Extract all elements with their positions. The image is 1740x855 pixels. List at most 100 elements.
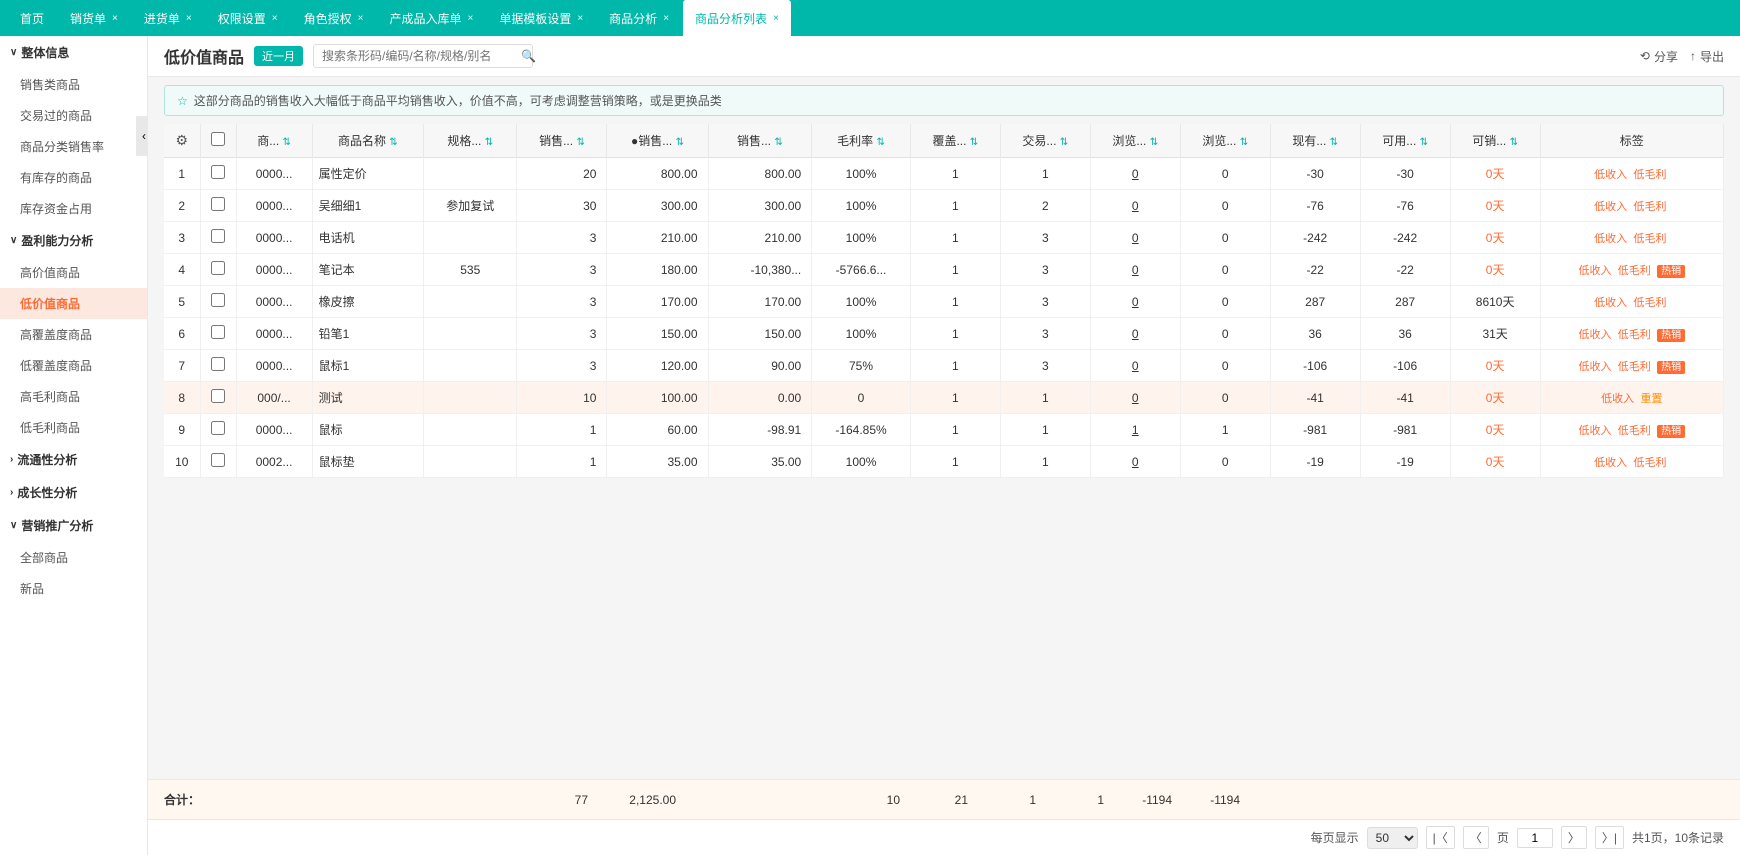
th-tags[interactable]: 标签 (1540, 124, 1723, 158)
th-code[interactable]: 商... ⇅ (236, 124, 312, 158)
row-checkbox[interactable] (211, 165, 225, 179)
th-name[interactable]: 商品名称 ⇅ (312, 124, 423, 158)
search-icon[interactable]: 🔍 (521, 49, 536, 63)
sidebar-item-sales-goods[interactable]: 销售类商品 (0, 69, 147, 100)
row-checkbox-cell[interactable] (200, 190, 236, 222)
sidebar-group-profit[interactable]: ∨ 盈利能力分析 (0, 224, 147, 257)
browse-link[interactable]: 0 (1132, 295, 1139, 309)
close-icon[interactable]: × (358, 13, 364, 24)
row-checkbox[interactable] (211, 293, 225, 307)
close-icon[interactable]: × (467, 13, 473, 24)
th-sales-amount2[interactable]: 销售... ⇅ (708, 124, 812, 158)
export-btn[interactable]: ↑ 导出 (1690, 48, 1724, 65)
sidebar-item-traded-goods[interactable]: 交易过的商品 (0, 100, 147, 131)
page-input[interactable] (1517, 828, 1553, 848)
sidebar-collapse-btn[interactable]: ‹ (136, 116, 148, 156)
row-browse1[interactable]: 0 (1090, 254, 1180, 286)
row-checkbox-cell[interactable] (200, 414, 236, 446)
sidebar-group-overall[interactable]: ∨ 整体信息 (0, 36, 147, 69)
browse-link[interactable]: 0 (1132, 199, 1139, 213)
browse-link[interactable]: 0 (1132, 167, 1139, 181)
row-checkbox-cell[interactable] (200, 286, 236, 318)
row-checkbox[interactable] (211, 389, 225, 403)
th-avail[interactable]: 可用... ⇅ (1360, 124, 1450, 158)
th-settings[interactable]: ⚙ (164, 124, 200, 158)
row-browse1[interactable]: 0 (1090, 318, 1180, 350)
sidebar-item-low-coverage[interactable]: 低覆盖度商品 (0, 350, 147, 381)
th-stock[interactable]: 现有... ⇅ (1270, 124, 1360, 158)
row-checkbox-cell[interactable] (200, 254, 236, 286)
browse-link[interactable]: 0 (1132, 263, 1139, 277)
browse-link[interactable]: 0 (1132, 231, 1139, 245)
row-browse1[interactable]: 0 (1090, 158, 1180, 190)
close-icon[interactable]: × (663, 13, 669, 24)
browse-link[interactable]: 0 (1132, 455, 1139, 469)
close-icon[interactable]: × (577, 13, 583, 24)
row-checkbox[interactable] (211, 325, 225, 339)
table-container[interactable]: ⚙ 商... ⇅ 商品名称 ⇅ 规格... ⇅ 销售... ⇅ ●销售... ⇅… (164, 124, 1724, 779)
sidebar-item-all-goods[interactable]: 全部商品 (0, 542, 147, 573)
th-checkbox[interactable] (200, 124, 236, 158)
sidebar-item-high-coverage[interactable]: 高覆盖度商品 (0, 319, 147, 350)
row-checkbox[interactable] (211, 229, 225, 243)
row-browse1[interactable]: 0 (1090, 350, 1180, 382)
th-gross-rate[interactable]: 毛利率 ⇅ (812, 124, 911, 158)
row-browse1[interactable]: 0 (1090, 190, 1180, 222)
select-all-checkbox[interactable] (211, 132, 225, 146)
sidebar-group-flow[interactable]: › 流通性分析 (0, 443, 147, 476)
nav-inbound[interactable]: 产成品入库单 × (377, 0, 485, 36)
row-checkbox-cell[interactable] (200, 350, 236, 382)
row-browse1[interactable]: 0 (1090, 446, 1180, 478)
close-icon[interactable]: × (773, 13, 779, 24)
gear-icon[interactable]: ⚙ (175, 132, 188, 148)
browse-link[interactable]: 0 (1132, 359, 1139, 373)
time-filter-btn[interactable]: 近一月 (254, 46, 303, 66)
share-btn[interactable]: ⟲ 分享 (1640, 48, 1678, 65)
row-browse1[interactable]: 1 (1090, 414, 1180, 446)
th-sell-days[interactable]: 可销... ⇅ (1450, 124, 1540, 158)
page-size-select[interactable]: 50 100 200 (1367, 827, 1418, 849)
row-checkbox-cell[interactable] (200, 222, 236, 254)
nav-sales[interactable]: 销货单 × (58, 0, 130, 36)
th-sales-qty[interactable]: 销售... ⇅ (517, 124, 607, 158)
row-checkbox-cell[interactable] (200, 158, 236, 190)
row-browse1[interactable]: 0 (1090, 382, 1180, 414)
sidebar-item-low-value[interactable]: 低价值商品 (0, 288, 147, 319)
sidebar-item-low-profit[interactable]: 低毛利商品 (0, 412, 147, 443)
sidebar-item-stock-goods[interactable]: 有库存的商品 (0, 162, 147, 193)
row-browse1[interactable]: 0 (1090, 222, 1180, 254)
row-checkbox[interactable] (211, 453, 225, 467)
sidebar-item-category-rate[interactable]: 商品分类销售率 (0, 131, 147, 162)
browse-link[interactable]: 0 (1132, 327, 1139, 341)
th-browse1[interactable]: 浏览... ⇅ (1090, 124, 1180, 158)
sidebar-group-growth[interactable]: › 成长性分析 (0, 476, 147, 509)
th-browse2[interactable]: 浏览... ⇅ (1180, 124, 1270, 158)
row-browse1[interactable]: 0 (1090, 286, 1180, 318)
browse-link[interactable]: 1 (1132, 423, 1139, 437)
th-trade[interactable]: 交易... ⇅ (1000, 124, 1090, 158)
nav-role[interactable]: 角色授权 × (292, 0, 376, 36)
nav-home[interactable]: 首页 (8, 0, 56, 36)
row-checkbox-cell[interactable] (200, 446, 236, 478)
row-checkbox[interactable] (211, 197, 225, 211)
browse-link[interactable]: 0 (1132, 391, 1139, 405)
sidebar-group-marketing[interactable]: ∨ 营销推广分析 (0, 509, 147, 542)
row-checkbox-cell[interactable] (200, 382, 236, 414)
sidebar-item-new-goods[interactable]: 新品 (0, 573, 147, 604)
close-icon[interactable]: × (112, 13, 118, 24)
next-page-btn[interactable]: 〉 (1561, 826, 1587, 849)
nav-purchase[interactable]: 进货单 × (132, 0, 204, 36)
row-checkbox[interactable] (211, 421, 225, 435)
first-page-btn[interactable]: |〈 (1426, 826, 1455, 849)
close-icon[interactable]: × (272, 13, 278, 24)
th-coverage[interactable]: 覆盖... ⇅ (910, 124, 1000, 158)
close-icon[interactable]: × (186, 13, 192, 24)
search-input[interactable] (313, 44, 533, 68)
row-checkbox[interactable] (211, 261, 225, 275)
nav-goods-list[interactable]: 商品分析列表 × (683, 0, 791, 36)
nav-permission[interactable]: 权限设置 × (206, 0, 290, 36)
sidebar-item-stock-capital[interactable]: 库存资金占用 (0, 193, 147, 224)
th-spec[interactable]: 规格... ⇅ (424, 124, 517, 158)
nav-template[interactable]: 单据模板设置 × (487, 0, 595, 36)
row-checkbox-cell[interactable] (200, 318, 236, 350)
